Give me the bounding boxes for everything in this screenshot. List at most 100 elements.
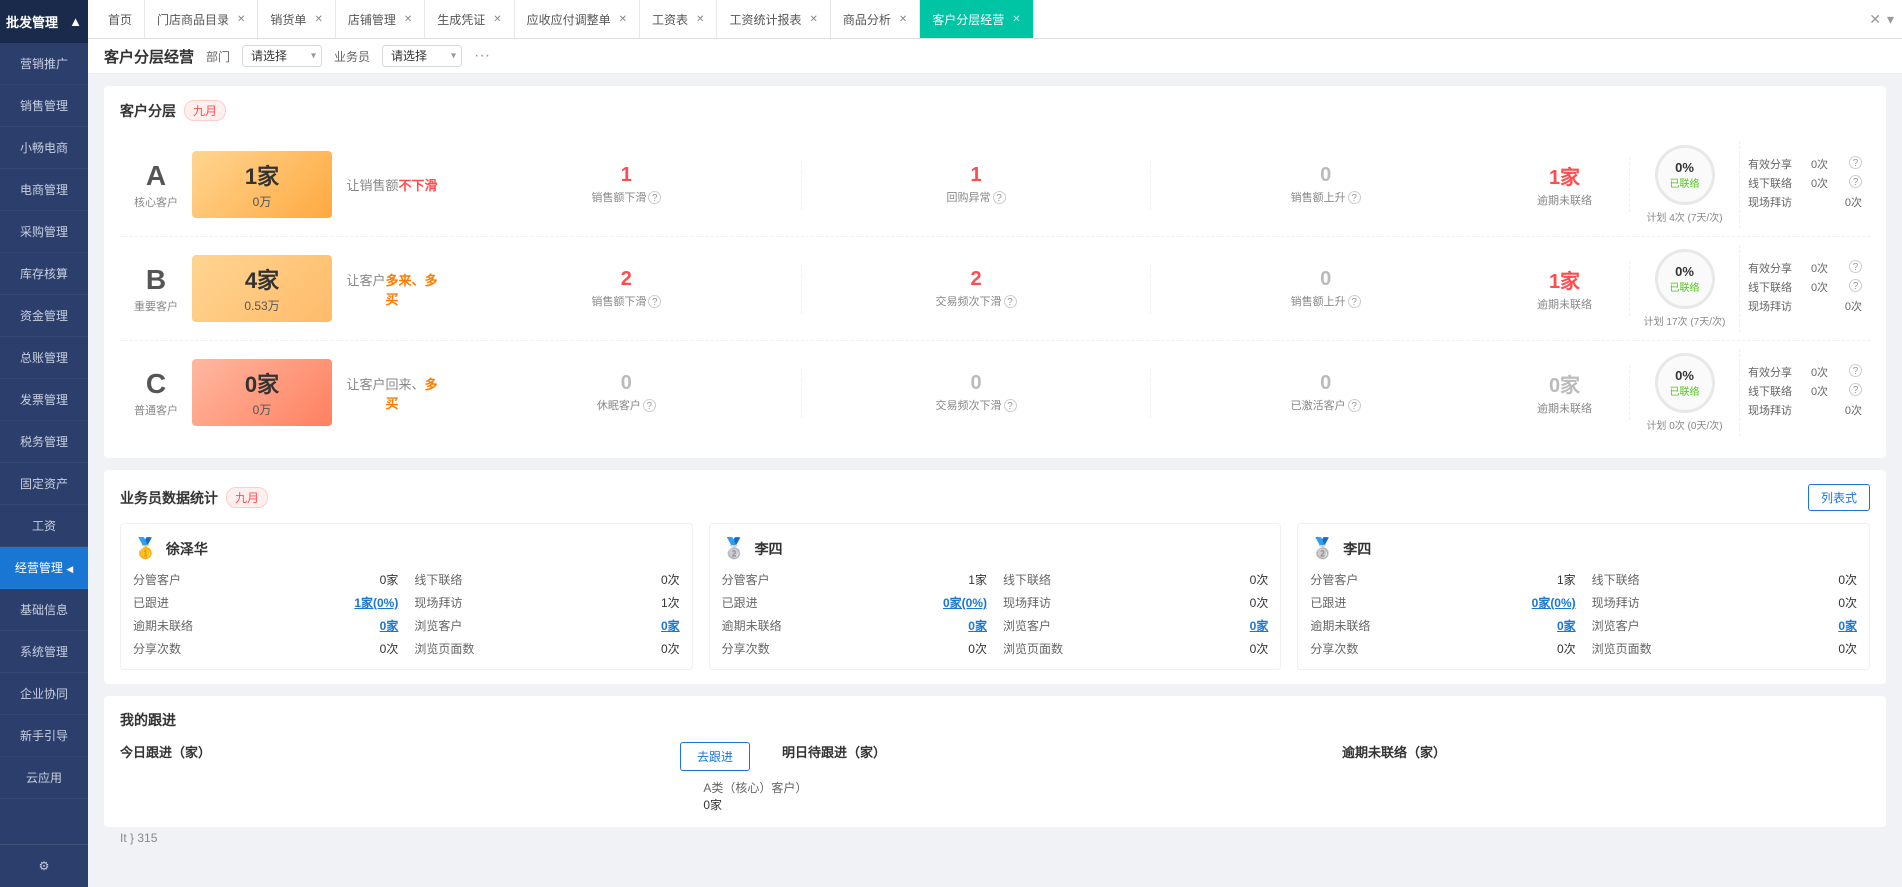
tier-c-stat-1[interactable]: 0 交易频次下滑 ? (802, 368, 1152, 417)
sidebar-item-jcxx[interactable]: 基础信息 (0, 589, 88, 631)
stat-val-link[interactable]: 0家 (1250, 617, 1269, 634)
tab-close-all-icon[interactable]: ✕ (1869, 11, 1881, 28)
tier-a-stat-2[interactable]: 0 销售额上升 ? (1151, 160, 1500, 209)
tab-voucher[interactable]: 生成凭证 ✕ (425, 0, 514, 38)
stat-val: 0次 (1557, 640, 1576, 657)
stat-val: 0次 (1838, 640, 1857, 657)
tab-close-icon[interactable]: ✕ (1012, 14, 1020, 25)
tab-menu-icon[interactable]: ▾ (1887, 11, 1894, 28)
sidebar-item-zzgl[interactable]: 总账管理 (0, 337, 88, 379)
sidebar-item-gdzc[interactable]: 固定资产 (0, 463, 88, 505)
stat-val-link[interactable]: 0家 (661, 617, 680, 634)
info-icon[interactable]: ? (1004, 295, 1017, 308)
tier-c-main-stat[interactable]: 0家 0万 (192, 359, 332, 426)
stat-val-link[interactable]: 0家 (968, 617, 987, 634)
sidebar-item-swgl[interactable]: 税务管理 (0, 421, 88, 463)
tier-b-stat-0[interactable]: 2 销售额下滑 ? (452, 264, 802, 313)
tab-product-analysis[interactable]: 商品分析 ✕ (831, 0, 920, 38)
sidebar-item-xsgl[interactable]: 销售管理 (0, 85, 88, 127)
stat-val-link[interactable]: 0家 (1838, 617, 1857, 634)
sidebar-item-kche[interactable]: 库存核算 (0, 253, 88, 295)
biz-stat-row: 现场拜访 1次 (414, 594, 679, 611)
tier-a-stat-1[interactable]: 1 回购异常 ? (802, 160, 1152, 209)
right-stat-row: 现场拜访 0次 (1748, 402, 1862, 418)
tier-c-contact[interactable]: 0家 逾期未联络 (1500, 365, 1630, 420)
tier-b-stat-1[interactable]: 2 交易频次下滑 ? (802, 264, 1152, 313)
tab-payroll[interactable]: 工资表 ✕ (640, 0, 717, 38)
sidebar-item-dscgl[interactable]: 电商管理 (0, 169, 88, 211)
list-view-button[interactable]: 列表式 (1808, 484, 1870, 511)
tab-close-icon[interactable]: ✕ (696, 14, 704, 25)
stat-label: 已跟进 (1310, 594, 1346, 611)
sidebar-item-yyy[interactable]: 云应用 (0, 757, 88, 799)
tab-ar-adjust[interactable]: 应收应付调整单 ✕ (515, 0, 640, 38)
tab-close-icon[interactable]: ✕ (809, 14, 817, 25)
tier-b-stats: 2 销售额下滑 ? 2 交易频次下滑 ? 0 (452, 264, 1500, 313)
info-icon[interactable]: ? (1348, 191, 1361, 204)
info-icon[interactable]: ? (1849, 364, 1862, 377)
tier-b-main-stat[interactable]: 4家 0.53万 (192, 255, 332, 322)
stat-val-link[interactable]: 0家 (1557, 617, 1576, 634)
info-icon[interactable]: ? (1849, 383, 1862, 396)
biz-month-badge: 九月 (226, 487, 268, 508)
tab-close-icon[interactable]: ✕ (237, 14, 245, 25)
tier-b-stat-2[interactable]: 0 销售额上升 ? (1151, 264, 1500, 313)
tier-c-stat-2[interactable]: 0 已激活客户 ? (1151, 368, 1500, 417)
tier-b-contact[interactable]: 1家 逾期未联络 (1500, 261, 1630, 316)
tab-sales-order[interactable]: 销货单 ✕ (258, 0, 335, 38)
sidebar-item-xsyd[interactable]: 新手引导 (0, 715, 88, 757)
tab-store-manage[interactable]: 店铺管理 ✕ (336, 0, 425, 38)
info-icon[interactable]: ? (1849, 279, 1862, 292)
stat-val-link[interactable]: 0家(0%) (1532, 594, 1576, 611)
sidebar-item-xtgl[interactable]: 系统管理 (0, 631, 88, 673)
stat-val-link[interactable]: 1家(0%) (354, 594, 398, 611)
sidebar-item-jygl[interactable]: 经营管理 ◀ (0, 547, 88, 589)
info-icon[interactable]: ? (643, 399, 656, 412)
tier-a-contact[interactable]: 1家 逾期未联络 (1500, 157, 1630, 212)
sidebar-item-gz[interactable]: 工资 (0, 505, 88, 547)
sidebar-item-yxtg[interactable]: 营销推广 (0, 43, 88, 85)
tab-close-icon[interactable]: ✕ (493, 14, 501, 25)
sales-select[interactable]: 请选择 (382, 45, 462, 67)
stat-label: 逾期未联络 (1310, 617, 1370, 634)
tier-c-stat-0[interactable]: 0 休眠客户 ? (452, 368, 802, 417)
stat-val: 0次 (1250, 571, 1269, 588)
tier-c-circle-status: 已联络 (1670, 383, 1700, 398)
stat-label: 逾期未联络 (133, 617, 193, 634)
tab-payroll-report[interactable]: 工资统计报表 ✕ (717, 0, 830, 38)
info-icon[interactable]: ? (1348, 399, 1361, 412)
info-icon[interactable]: ? (993, 191, 1006, 204)
info-icon[interactable]: ? (1348, 295, 1361, 308)
info-icon[interactable]: ? (648, 191, 661, 204)
tab-home[interactable]: 首页 (96, 0, 145, 38)
sidebar-collapse-icon[interactable]: ▲ (69, 14, 82, 29)
tab-close-icon[interactable]: ✕ (619, 14, 627, 25)
sidebar-item-cggl[interactable]: 采购管理 (0, 211, 88, 253)
stat-label: 现场拜访 (1003, 594, 1051, 611)
goto-followup-button[interactable]: 去跟进 (680, 742, 750, 771)
more-options-icon[interactable]: ··· (474, 47, 490, 65)
sidebar-item-xcdsc[interactable]: 小畅电商 (0, 127, 88, 169)
settings-icon[interactable]: ⚙ (0, 844, 88, 887)
tab-store-products[interactable]: 门店商品目录 ✕ (145, 0, 258, 38)
stat-val-link[interactable]: 0家(0%) (943, 594, 987, 611)
info-icon[interactable]: ? (1849, 156, 1862, 169)
tier-a-stat-0[interactable]: 1 销售额下滑 ? (452, 160, 802, 209)
sidebar-item-qyxt[interactable]: 企业协同 (0, 673, 88, 715)
tab-close-icon[interactable]: ✕ (899, 14, 907, 25)
tier-c-circle-percent: 0% (1675, 368, 1694, 383)
stat-val-link[interactable]: 0家 (380, 617, 399, 634)
info-icon[interactable]: ? (1849, 260, 1862, 273)
sidebar-header[interactable]: 批发管理 ▲ (0, 0, 88, 43)
tab-close-icon[interactable]: ✕ (314, 14, 322, 25)
info-icon[interactable]: ? (1849, 175, 1862, 188)
tier-a-main-stat[interactable]: 1家 0万 (192, 151, 332, 218)
tab-close-icon[interactable]: ✕ (404, 14, 412, 25)
stat-label: 交易频次下滑 ? (810, 293, 1143, 309)
info-icon[interactable]: ? (648, 295, 661, 308)
tab-customer-tier[interactable]: 客户分层经营 ✕ (920, 0, 1033, 38)
sidebar-item-fpgl[interactable]: 发票管理 (0, 379, 88, 421)
dept-select[interactable]: 请选择 (242, 45, 322, 67)
sidebar-item-zjgl[interactable]: 资金管理 (0, 295, 88, 337)
info-icon[interactable]: ? (1004, 399, 1017, 412)
